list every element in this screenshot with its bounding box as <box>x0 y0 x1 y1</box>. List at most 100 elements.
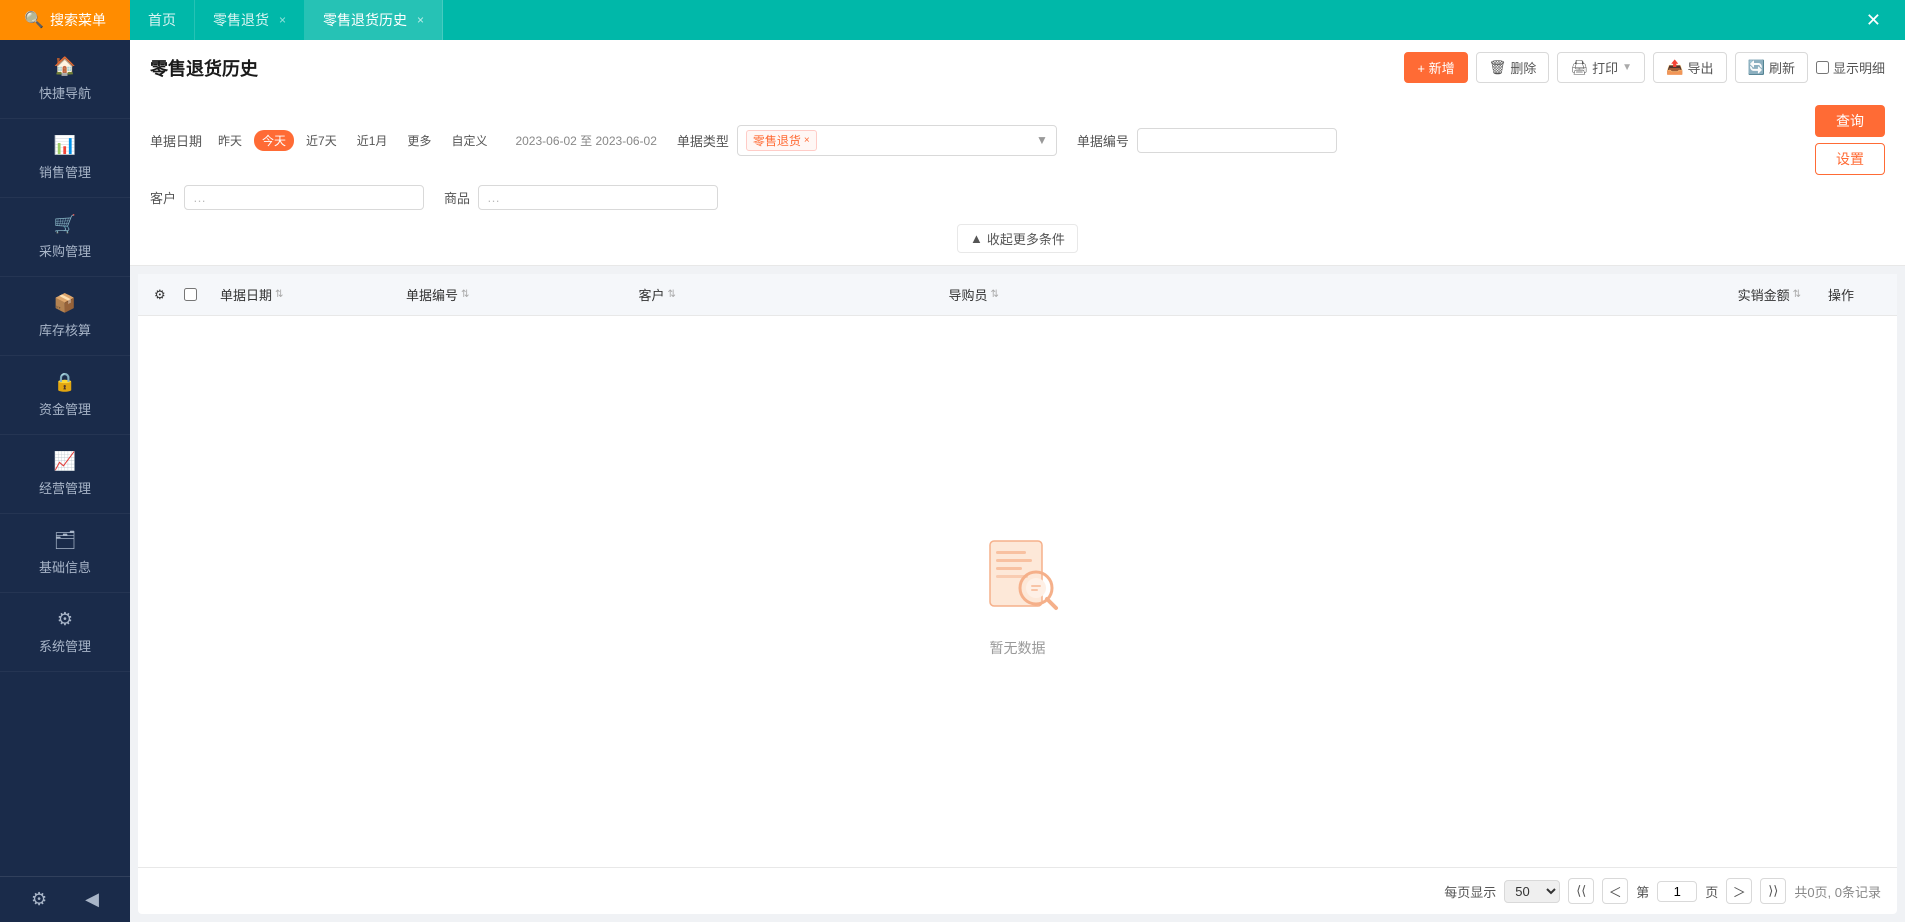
table-area: ⚙ 单据日期 ⇅ 单据编号 ⇅ 客户 ⇅ 导购员 ⇅ <box>138 274 1897 914</box>
add-button[interactable]: + 新增 <box>1404 52 1467 83</box>
bill-type-tag-close[interactable]: × <box>804 135 810 146</box>
select-all-checkbox[interactable] <box>184 288 197 301</box>
th-billno[interactable]: 单据编号 ⇅ <box>406 285 639 304</box>
tab-home[interactable]: 首页 <box>130 0 195 40</box>
th-customer[interactable]: 客户 ⇅ <box>639 285 949 304</box>
search-menu-label: 搜索菜单 <box>50 10 106 30</box>
export-icon: 📤 <box>1666 59 1683 76</box>
date-shortcut-more[interactable]: 更多 <box>399 130 439 151</box>
sidebar-item-system[interactable]: ⚙ 系统管理 <box>0 593 130 672</box>
operations-icon: 📈 <box>54 451 76 472</box>
bill-no-label: 单据编号 <box>1077 131 1129 150</box>
settings-button[interactable]: 设置 <box>1815 143 1885 175</box>
pagination: 每页显示 50 100 ⟨⟨ ＜ 第 页 ＞ ⟩⟩ 共0页, 0条记录 <box>138 867 1897 914</box>
empty-text: 暂无数据 <box>990 638 1046 658</box>
bill-type-select[interactable]: 零售退货 × ▼ <box>737 125 1057 156</box>
tab-retail-return-history-label: 零售退货历史 <box>323 10 407 30</box>
refresh-button-label: 刷新 <box>1769 58 1795 77</box>
th-amount-sort-icon: ⇅ <box>1793 289 1801 300</box>
page-first-btn[interactable]: ⟨⟨ <box>1568 878 1594 904</box>
sales-icon: 📊 <box>54 135 76 156</box>
refresh-button[interactable]: 🔄 刷新 <box>1735 52 1808 83</box>
export-button[interactable]: 📤 导出 <box>1653 52 1726 83</box>
sidebar-settings-btn[interactable]: ⚙ <box>31 889 47 910</box>
tab-retail-return[interactable]: 零售退货 × <box>195 0 305 40</box>
date-shortcut-today[interactable]: 今天 <box>254 130 294 151</box>
empty-state: 暂无数据 <box>968 526 1068 658</box>
bill-no-input[interactable] <box>1137 128 1337 153</box>
filter-date-range: 2023-06-02 至 2023-06-02 <box>515 132 656 149</box>
sidebar-label-system: 系统管理 <box>39 636 91 655</box>
per-page-select[interactable]: 50 100 <box>1504 880 1560 903</box>
th-customer-label: 客户 <box>639 285 665 304</box>
display-detail-checkbox[interactable] <box>1816 61 1829 74</box>
print-icon: 🖨 <box>1570 59 1588 76</box>
page-prev-btn[interactable]: ＜ <box>1602 878 1628 904</box>
print-button[interactable]: 🖨 打印 ▼ <box>1557 52 1645 83</box>
sidebar-item-basic-info[interactable]: 🗂 基础信息 <box>0 514 130 593</box>
toolbar: + 新增 🗑 删除 🖨 打印 ▼ 📤 导出 <box>1404 52 1885 83</box>
th-guide[interactable]: 导购员 ⇅ <box>949 285 1182 304</box>
page-next-btn[interactable]: ＞ <box>1726 878 1752 904</box>
th-checkbox[interactable] <box>184 288 220 301</box>
th-action-label: 操作 <box>1828 285 1854 304</box>
th-customer-sort-icon: ⇅ <box>668 289 676 300</box>
th-settings[interactable]: ⚙ <box>154 287 184 303</box>
collapse-row: ▲ 收起更多条件 <box>150 220 1885 265</box>
th-guide-label: 导购员 <box>949 285 988 304</box>
date-label: 单据日期 <box>150 131 202 150</box>
sidebar-item-operations[interactable]: 📈 经营管理 <box>0 435 130 514</box>
tab-retail-return-close[interactable]: × <box>279 13 286 27</box>
empty-icon <box>968 526 1068 626</box>
sidebar-item-finance[interactable]: 🔒 资金管理 <box>0 356 130 435</box>
page-number-input[interactable] <box>1657 881 1697 902</box>
top-bar-right: ✕ <box>1858 10 1905 31</box>
content-area: 零售退货历史 + 新增 🗑 删除 🖨 打印 ▼ 📤 <box>130 40 1905 922</box>
sidebar-item-sales[interactable]: 📊 销售管理 <box>0 119 130 198</box>
sidebar-label-inventory: 库存核算 <box>39 320 91 339</box>
sidebar-item-purchase[interactable]: 🛒 采购管理 <box>0 198 130 277</box>
th-billno-sort-icon: ⇅ <box>461 289 469 300</box>
th-date[interactable]: 单据日期 ⇅ <box>220 285 406 304</box>
page-header: 零售退货历史 + 新增 🗑 删除 🖨 打印 ▼ 📤 <box>130 40 1905 266</box>
collapse-icon: ▲ <box>970 231 983 246</box>
th-amount[interactable]: 实销金额 ⇅ <box>1646 285 1801 304</box>
date-shortcut-1month[interactable]: 近1月 <box>349 130 396 151</box>
goods-label: 商品 <box>444 188 470 207</box>
date-shortcuts: 昨天 今天 近7天 近1月 更多 自定义 <box>210 130 495 151</box>
date-shortcut-7days[interactable]: 近7天 <box>298 130 345 151</box>
purchase-icon: 🛒 <box>54 214 76 235</box>
query-button[interactable]: 查询 <box>1815 105 1885 137</box>
filter-bill-type: 单据类型 零售退货 × ▼ <box>677 125 1057 156</box>
page-suffix: 页 <box>1705 882 1718 901</box>
basic-info-icon: 🗂 <box>54 530 77 551</box>
tab-home-label: 首页 <box>148 10 176 30</box>
sidebar-label-finance: 资金管理 <box>39 399 91 418</box>
th-date-sort-icon: ⇅ <box>275 289 283 300</box>
main-layout: 🏠 快捷导航 📊 销售管理 🛒 采购管理 📦 库存核算 🔒 资金管理 📈 经营管… <box>0 40 1905 922</box>
per-page-label: 每页显示 <box>1444 882 1496 901</box>
refresh-icon: 🔄 <box>1748 59 1765 76</box>
window-close-btn[interactable]: ✕ <box>1858 10 1889 31</box>
display-detail-checkbox-label[interactable]: 显示明细 <box>1816 58 1885 77</box>
tab-retail-return-history[interactable]: 零售退货历史 × <box>305 0 443 40</box>
collapse-button[interactable]: ▲ 收起更多条件 <box>957 224 1078 253</box>
date-shortcut-yesterday[interactable]: 昨天 <box>210 130 250 151</box>
filter-row-2: 客户 … 商品 … <box>150 185 1885 220</box>
goods-input[interactable]: … <box>478 185 718 210</box>
customer-input[interactable]: … <box>184 185 424 210</box>
sidebar-volume-btn[interactable]: ◀ <box>85 889 99 910</box>
page-last-btn[interactable]: ⟩⟩ <box>1760 878 1786 904</box>
customer-label: 客户 <box>150 188 176 207</box>
sidebar-item-inventory[interactable]: 📦 库存核算 <box>0 277 130 356</box>
th-amount-label: 实销金额 <box>1738 285 1790 304</box>
delete-button[interactable]: 🗑 删除 <box>1476 52 1550 83</box>
tab-retail-return-history-close[interactable]: × <box>417 13 424 27</box>
search-menu-btn[interactable]: 🔍 搜索菜单 <box>0 0 130 40</box>
system-icon: ⚙ <box>57 609 73 630</box>
bill-type-dropdown-icon: ▼ <box>1036 133 1048 147</box>
sidebar-item-quick-nav[interactable]: 🏠 快捷导航 <box>0 40 130 119</box>
tab-bar: 首页 零售退货 × 零售退货历史 × <box>130 0 1858 40</box>
bill-type-label: 单据类型 <box>677 131 729 150</box>
date-shortcut-custom[interactable]: 自定义 <box>443 130 495 151</box>
